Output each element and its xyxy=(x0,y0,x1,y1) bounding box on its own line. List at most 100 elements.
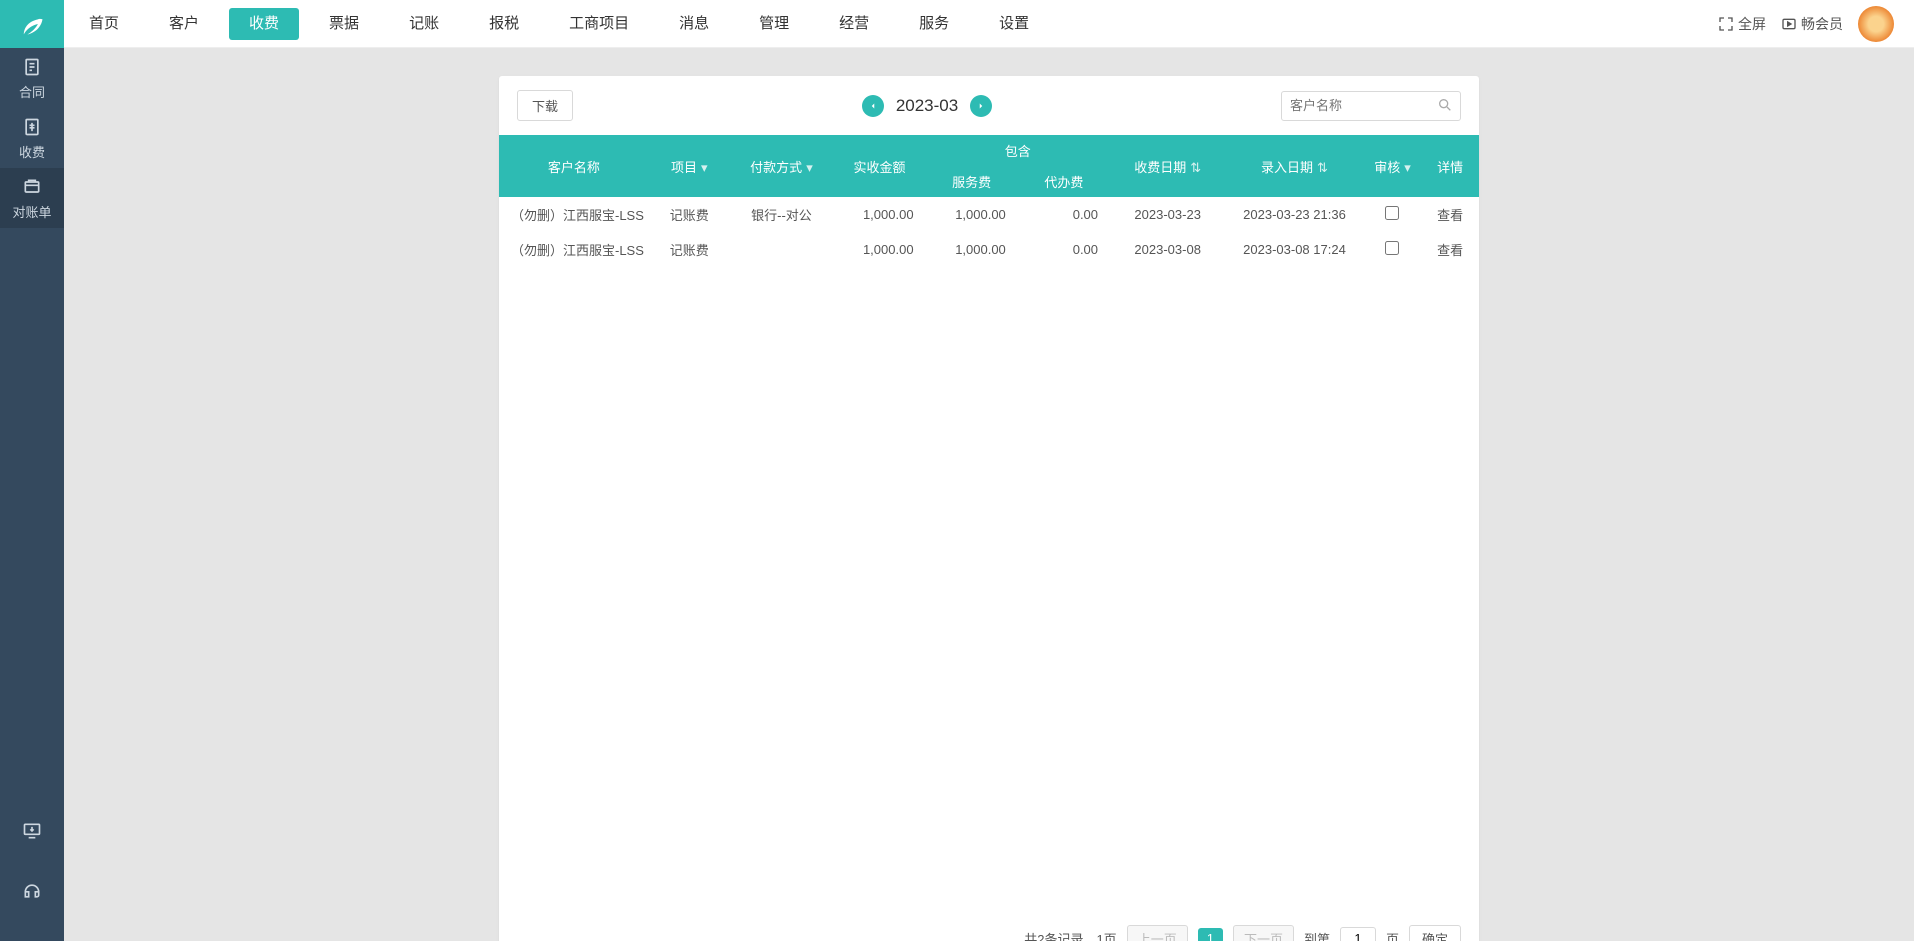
sort-icon: ⇅ xyxy=(1190,160,1201,175)
cell-audit xyxy=(1364,197,1422,232)
sidebar-item-label: 合同 xyxy=(19,82,45,101)
th-entry-date[interactable]: 录入日期⇅ xyxy=(1225,135,1363,197)
nav-item-4[interactable]: 记账 xyxy=(389,8,459,40)
cell-audit xyxy=(1364,232,1422,267)
cell-service-fee: 1,000.00 xyxy=(926,232,1018,267)
sidebar: 合同收费对账单 xyxy=(0,48,64,941)
nav-item-9[interactable]: 经营 xyxy=(819,8,889,40)
th-fee-date[interactable]: 收费日期⇅ xyxy=(1110,135,1225,197)
fullscreen-button[interactable]: 全屏 xyxy=(1718,14,1766,34)
th-service-fee: 服务费 xyxy=(926,166,1018,197)
nav-item-11[interactable]: 设置 xyxy=(979,8,1049,40)
caret-down-icon: ▾ xyxy=(806,160,813,175)
sidebar-item-contract[interactable]: 合同 xyxy=(0,48,64,108)
th-detail: 详情 xyxy=(1421,135,1479,197)
table-header: 客户名称 项目▾ 付款方式▾ 实收金额 包含 收费日期⇅ 录入日期⇅ 审核▾ 详… xyxy=(499,135,1479,197)
prev-month-button[interactable] xyxy=(862,95,884,117)
chevron-left-icon xyxy=(868,101,878,111)
nav-item-8[interactable]: 管理 xyxy=(739,8,809,40)
sidebar-item-label: 收费 xyxy=(19,142,45,161)
cell-fee-date: 2023-03-23 xyxy=(1110,197,1225,232)
search-box xyxy=(1281,91,1461,121)
view-link[interactable]: 查看 xyxy=(1437,243,1463,258)
search-input[interactable] xyxy=(1281,91,1461,121)
search-icon[interactable] xyxy=(1437,97,1453,118)
goto-label: 到第 xyxy=(1304,929,1330,941)
sidebar-item-fee[interactable]: 收费 xyxy=(0,108,64,168)
nav-item-2[interactable]: 收费 xyxy=(229,8,299,40)
cell-pay-method: 银行--对公 xyxy=(730,197,834,232)
th-audit[interactable]: 审核▾ xyxy=(1364,135,1422,197)
caret-down-icon: ▾ xyxy=(701,160,708,175)
main-panel: 下载 2023-03 客户名称 项目▾ xyxy=(499,76,1479,941)
cell-customer: （勿删）江西服宝-LSS xyxy=(499,197,649,232)
nav-items: 首页客户收费票据记账报税工商项目消息管理经营服务设置 xyxy=(64,0,1054,48)
nav-item-0[interactable]: 首页 xyxy=(69,8,139,40)
prev-page-button[interactable]: 上一页 xyxy=(1127,925,1188,941)
cell-pay-method xyxy=(730,232,834,267)
month-picker: 2023-03 xyxy=(573,95,1281,117)
cell-customer: （勿删）江西服宝-LSS xyxy=(499,232,649,267)
confirm-button[interactable]: 确定 xyxy=(1409,925,1461,941)
member-button[interactable]: 畅会员 xyxy=(1781,14,1843,34)
play-box-icon xyxy=(1781,16,1797,32)
nav-item-10[interactable]: 服务 xyxy=(899,8,969,40)
sidebar-bottom xyxy=(0,801,64,941)
next-month-button[interactable] xyxy=(970,95,992,117)
view-link[interactable]: 查看 xyxy=(1437,208,1463,223)
cell-actual: 1,000.00 xyxy=(833,197,925,232)
cell-actual: 1,000.00 xyxy=(833,232,925,267)
current-month[interactable]: 2023-03 xyxy=(896,96,958,116)
table-row: （勿删）江西服宝-LSS记账费银行--对公1,000.001,000.000.0… xyxy=(499,197,1479,232)
page-input[interactable] xyxy=(1340,927,1376,941)
next-page-button[interactable]: 下一页 xyxy=(1233,925,1294,941)
th-contain: 包含 xyxy=(926,135,1110,166)
cell-agent-fee: 0.00 xyxy=(1018,197,1110,232)
fullscreen-label: 全屏 xyxy=(1738,14,1766,34)
th-project[interactable]: 项目▾ xyxy=(649,135,730,197)
sidebar-download-button[interactable] xyxy=(0,801,64,861)
table-body: （勿删）江西服宝-LSS记账费银行--对公1,000.001,000.000.0… xyxy=(499,197,1479,267)
nav-item-3[interactable]: 票据 xyxy=(309,8,379,40)
nav-item-5[interactable]: 报税 xyxy=(469,8,539,40)
sort-icon: ⇅ xyxy=(1317,160,1328,175)
sidebar-support-button[interactable] xyxy=(0,861,64,921)
statement-icon xyxy=(21,176,43,198)
sidebar-item-label: 对账单 xyxy=(12,202,51,221)
audit-checkbox[interactable] xyxy=(1385,241,1399,255)
leaf-icon xyxy=(18,10,46,38)
user-avatar[interactable] xyxy=(1858,6,1894,42)
content-area: 下载 2023-03 客户名称 项目▾ xyxy=(64,48,1914,941)
data-table: 客户名称 项目▾ 付款方式▾ 实收金额 包含 收费日期⇅ 录入日期⇅ 审核▾ 详… xyxy=(499,135,1479,267)
cell-detail: 查看 xyxy=(1421,197,1479,232)
headset-icon xyxy=(21,880,43,902)
cell-project: 记账费 xyxy=(649,232,730,267)
cell-entry-date: 2023-03-08 17:24 xyxy=(1225,232,1363,267)
cell-service-fee: 1,000.00 xyxy=(926,197,1018,232)
nav-item-7[interactable]: 消息 xyxy=(659,8,729,40)
page-unit: 页 xyxy=(1386,929,1399,941)
fullscreen-icon xyxy=(1718,16,1734,32)
th-pay-method[interactable]: 付款方式▾ xyxy=(730,135,834,197)
top-nav: 首页客户收费票据记账报税工商项目消息管理经营服务设置 全屏 畅会员 xyxy=(0,0,1914,48)
caret-down-icon: ▾ xyxy=(1404,160,1411,175)
audit-checkbox[interactable] xyxy=(1385,206,1399,220)
nav-right: 全屏 畅会员 xyxy=(1718,6,1914,42)
cell-detail: 查看 xyxy=(1421,232,1479,267)
fee-icon xyxy=(21,116,43,138)
contract-icon xyxy=(21,56,43,78)
member-label: 畅会员 xyxy=(1801,14,1843,34)
nav-item-1[interactable]: 客户 xyxy=(149,8,219,40)
cell-agent-fee: 0.00 xyxy=(1018,232,1110,267)
th-agent-fee: 代办费 xyxy=(1018,166,1110,197)
download-button[interactable]: 下载 xyxy=(517,90,573,121)
sidebar-item-statement[interactable]: 对账单 xyxy=(0,168,64,228)
pagination: 共2条记录，1页 上一页 1 下一页 到第 页 确定 xyxy=(499,911,1479,941)
cell-project: 记账费 xyxy=(649,197,730,232)
nav-item-6[interactable]: 工商项目 xyxy=(549,8,649,40)
record-summary: 共2条记录，1页 xyxy=(1024,929,1116,941)
table-row: （勿删）江西服宝-LSS记账费1,000.001,000.000.002023-… xyxy=(499,232,1479,267)
current-page[interactable]: 1 xyxy=(1198,928,1223,941)
cell-entry-date: 2023-03-23 21:36 xyxy=(1225,197,1363,232)
nav-logo[interactable] xyxy=(0,0,64,48)
